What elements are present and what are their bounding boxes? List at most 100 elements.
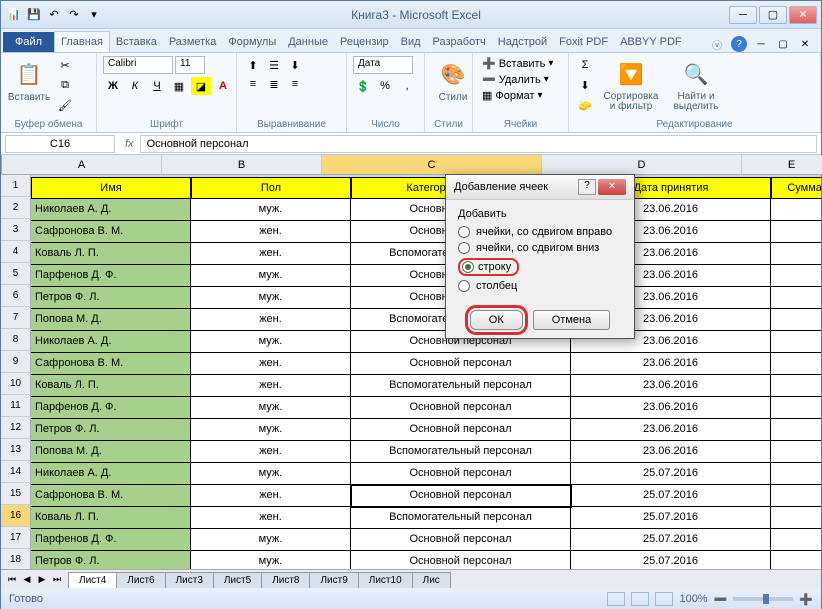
cell[interactable]: Парфенов Д. Ф. [31, 265, 191, 287]
cell[interactable]: 25.07.2016 [571, 529, 771, 551]
sheet-tab[interactable]: Лист5 [213, 572, 262, 588]
ribbon-close-window[interactable]: ✕ [797, 36, 813, 52]
column-header-D[interactable]: D [542, 155, 742, 175]
cell[interactable]: 25.07.2016 [571, 507, 771, 529]
align-top-icon[interactable]: ⬆ [243, 56, 263, 74]
sheet-first-icon[interactable]: ⏮ [5, 573, 19, 587]
row-header-16[interactable]: 16 [1, 505, 31, 527]
cell[interactable] [771, 419, 821, 441]
zoom-out-icon[interactable]: ➖ [714, 593, 728, 606]
cell[interactable] [771, 287, 821, 309]
cell[interactable]: муж. [191, 551, 351, 569]
font-size-combo[interactable]: 11 [175, 56, 205, 74]
cell[interactable]: жен. [191, 507, 351, 529]
cell[interactable] [771, 551, 821, 569]
cell[interactable] [771, 243, 821, 265]
copy-icon[interactable]: ⧉ [55, 76, 75, 94]
save-icon[interactable]: 💾 [25, 6, 43, 24]
italic-button[interactable]: К [125, 77, 145, 95]
align-right-icon[interactable]: ≡ [285, 75, 305, 93]
cell[interactable]: Коваль Л. П. [31, 507, 191, 529]
cell[interactable]: Основной персонал [351, 529, 571, 551]
cell[interactable]: жен. [191, 309, 351, 331]
cell[interactable]: муж. [191, 529, 351, 551]
table-header[interactable]: Сумма зараб [771, 177, 821, 199]
cell[interactable]: жен. [191, 221, 351, 243]
zoom-slider[interactable] [733, 597, 793, 601]
border-button[interactable]: ▦ [169, 77, 189, 95]
cell[interactable]: Сафронова В. М. [31, 485, 191, 507]
cell[interactable]: жен. [191, 353, 351, 375]
currency-icon[interactable]: 💲 [353, 77, 373, 95]
sheet-tab[interactable]: Лист8 [261, 572, 310, 588]
bold-button[interactable]: Ж [103, 77, 123, 95]
cell[interactable] [771, 507, 821, 529]
maximize-button[interactable]: ▢ [759, 6, 787, 24]
cell[interactable] [771, 463, 821, 485]
row-header-17[interactable]: 17 [1, 527, 31, 549]
row-header-9[interactable]: 9 [1, 351, 31, 373]
cell[interactable] [771, 265, 821, 287]
cell[interactable]: Николаев А. Д. [31, 463, 191, 485]
tab-view[interactable]: Вид [395, 32, 427, 52]
zoom-level[interactable]: 100% [679, 593, 707, 605]
cell[interactable]: Сафронова В. М. [31, 353, 191, 375]
delete-cells-button[interactable]: ➖Удалить ▾ [479, 72, 562, 87]
cell[interactable]: 25.07.2016 [571, 551, 771, 569]
cell[interactable] [771, 353, 821, 375]
row-header-6[interactable]: 6 [1, 285, 31, 307]
autosum-icon[interactable]: Σ [575, 56, 595, 74]
sheet-tab[interactable]: Лист9 [309, 572, 358, 588]
minimize-ribbon-icon[interactable]: ⓥ [709, 36, 725, 52]
cell[interactable]: Николаев А. Д. [31, 331, 191, 353]
redo-icon[interactable]: ↷ [65, 6, 83, 24]
radio-option-0[interactable] [458, 226, 470, 238]
dialog-close-button[interactable]: ✕ [598, 179, 626, 195]
column-header-C[interactable]: C [322, 155, 542, 175]
tab-insert[interactable]: Вставка [110, 32, 163, 52]
tab-home[interactable]: Главная [54, 31, 110, 52]
row-header-14[interactable]: 14 [1, 461, 31, 483]
sort-filter-button[interactable]: 🔽 Сортировка и фильтр [599, 56, 663, 114]
row-header-1[interactable]: 1 [1, 175, 31, 197]
sheet-last-icon[interactable]: ⏭ [50, 573, 64, 587]
cell[interactable]: жен. [191, 441, 351, 463]
cell[interactable] [771, 309, 821, 331]
font-color-button[interactable]: А [213, 77, 233, 95]
cell[interactable]: муж. [191, 463, 351, 485]
cell[interactable] [771, 199, 821, 221]
radio-option-2[interactable] [462, 261, 474, 273]
cell[interactable]: Основной персонал [351, 397, 571, 419]
tab-review[interactable]: Рецензир [334, 32, 395, 52]
fill-icon[interactable]: ⬇ [575, 76, 595, 94]
help-icon[interactable]: ? [731, 36, 747, 52]
tab-formulas[interactable]: Формулы [222, 32, 282, 52]
close-button[interactable]: ✕ [789, 6, 817, 24]
row-header-7[interactable]: 7 [1, 307, 31, 329]
fill-color-button[interactable]: ◪ [191, 77, 211, 95]
tab-data[interactable]: Данные [282, 32, 334, 52]
formula-input[interactable]: Основной персонал [140, 135, 817, 153]
cell[interactable] [771, 441, 821, 463]
tab-developer[interactable]: Разработч [427, 32, 492, 52]
sheet-next-icon[interactable]: ▶ [35, 573, 49, 587]
file-tab[interactable]: Файл [3, 32, 54, 52]
insert-cells-button[interactable]: ➕Вставить ▾ [479, 56, 562, 71]
cell[interactable]: 23.06.2016 [571, 353, 771, 375]
number-format-combo[interactable]: Дата [353, 56, 413, 74]
cell[interactable]: муж. [191, 265, 351, 287]
view-layout-icon[interactable] [631, 592, 649, 606]
cell[interactable]: 23.06.2016 [571, 419, 771, 441]
cell[interactable] [771, 375, 821, 397]
cancel-button[interactable]: Отмена [533, 310, 610, 330]
cell[interactable]: Основной персонал [351, 485, 571, 507]
tab-pagelayout[interactable]: Разметка [163, 32, 223, 52]
cell[interactable]: 25.07.2016 [571, 485, 771, 507]
clear-icon[interactable]: 🧽 [575, 96, 595, 114]
cell[interactable]: Основной персонал [351, 551, 571, 569]
find-select-button[interactable]: 🔍 Найти и выделить [667, 56, 725, 114]
column-header-B[interactable]: B [162, 155, 322, 175]
sheet-tab[interactable]: Лист6 [116, 572, 165, 588]
cell[interactable]: Основной персонал [351, 353, 571, 375]
sheet-tab[interactable]: Лист4 [68, 572, 117, 588]
